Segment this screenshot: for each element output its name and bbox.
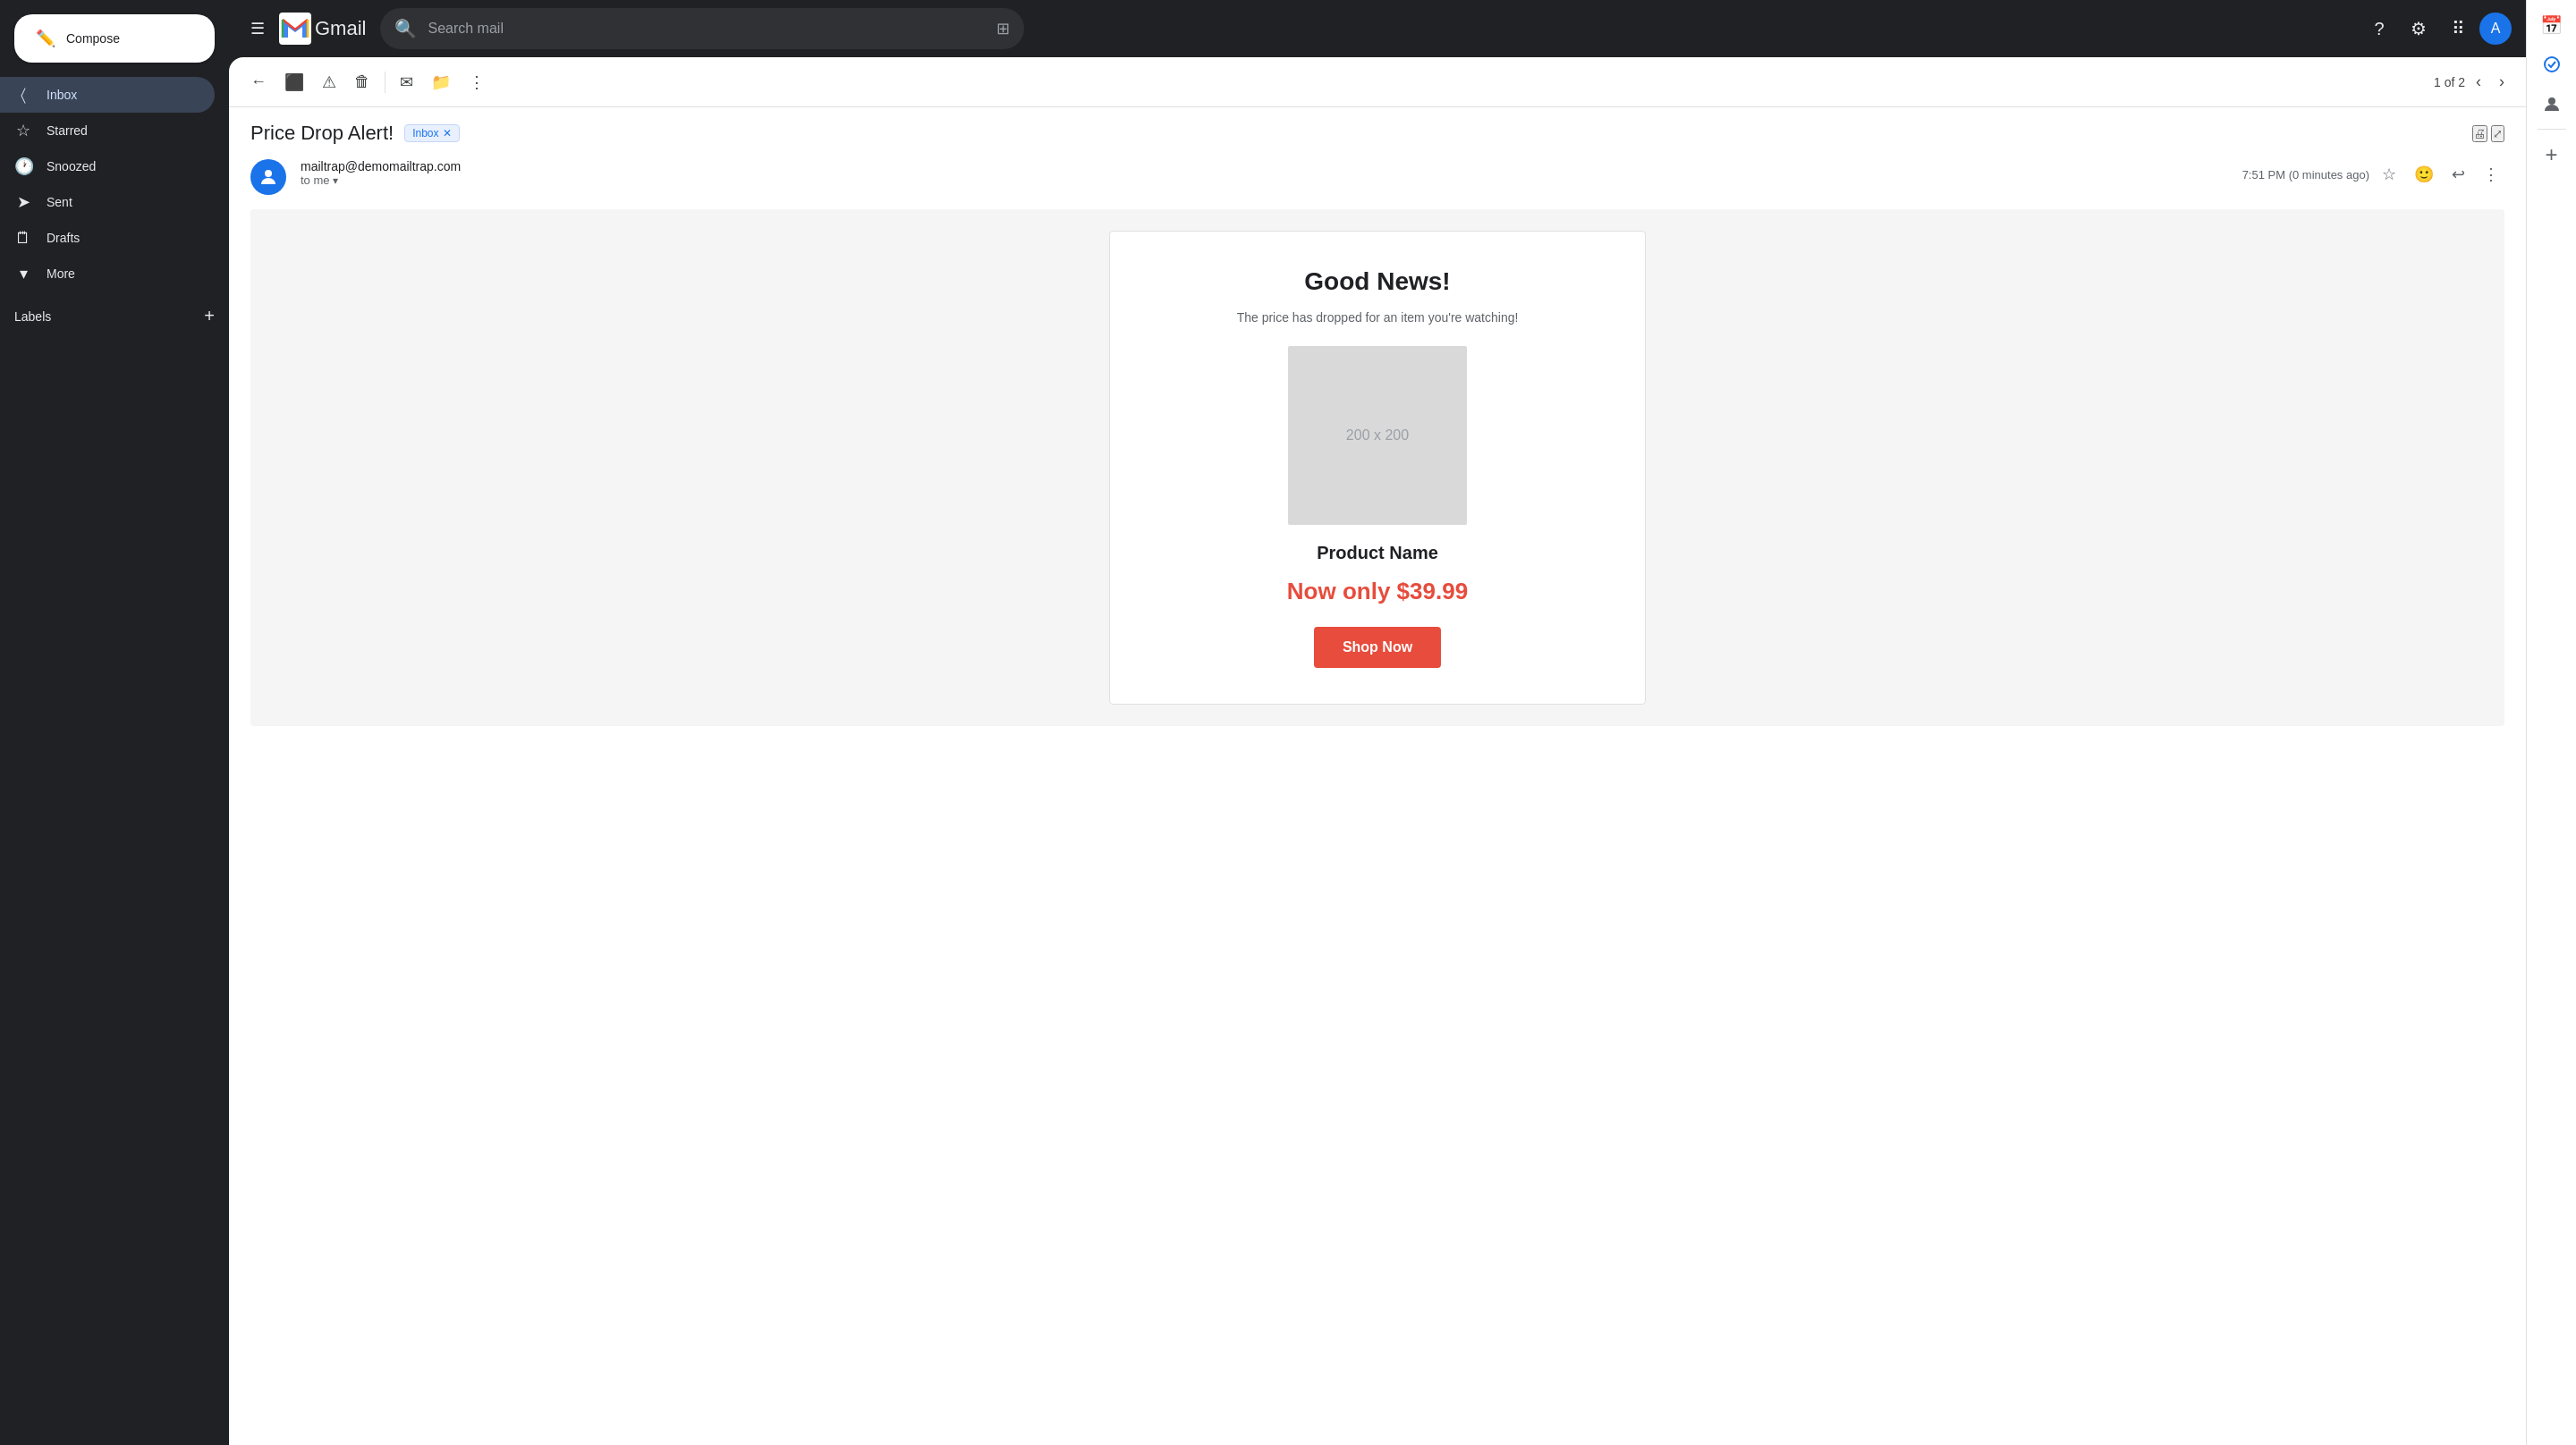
drafts-icon: 🗒	[14, 229, 32, 248]
snooze-icon: 🕐	[14, 156, 32, 176]
email-card: Good News! The price has dropped for an …	[1109, 231, 1646, 705]
report-spam-button[interactable]: ⚠	[315, 65, 343, 99]
email-title-row: Price Drop Alert! Inbox ✕ 🖨 ⤢	[250, 122, 2504, 145]
reply-button[interactable]: ↩	[2446, 159, 2470, 190]
star-icon: ☆	[14, 121, 32, 140]
sender-name: mailtrap@demomailtrap.com	[301, 159, 2228, 173]
toolbar-divider-1	[385, 72, 386, 93]
svg-point-1	[265, 170, 272, 177]
contacts-icon	[2543, 95, 2561, 113]
sidebar-item-starred[interactable]: ☆ Starred	[0, 113, 215, 148]
apps-button[interactable]: ⠿	[2440, 11, 2476, 46]
next-email-button[interactable]: ›	[2492, 65, 2512, 98]
search-bar: 🔍 ⊞	[380, 8, 1024, 49]
sidebar-item-sent[interactable]: ➤ Sent	[0, 184, 215, 220]
star-button[interactable]: ☆	[2377, 159, 2402, 190]
sidebar-label-more: More	[47, 266, 75, 281]
compose-icon: ✏️	[36, 29, 55, 48]
svg-point-2	[2545, 57, 2559, 72]
email-subtitle: The price has dropped for an item you're…	[1139, 310, 1616, 325]
email-body: Good News! The price has dropped for an …	[250, 209, 2504, 726]
print-button[interactable]: 🖨	[2472, 125, 2487, 142]
back-button[interactable]: ←	[243, 65, 274, 98]
gmail-logo: Gmail	[279, 13, 366, 45]
email-pagination: 1 of 2 ‹ ›	[2434, 65, 2512, 98]
right-panel-divider	[2538, 129, 2566, 130]
inbox-badge-label: Inbox	[412, 127, 438, 139]
sender-info: mailtrap@demomailtrap.com to me ▾	[301, 159, 2228, 187]
inbox-icon: 〈	[14, 86, 32, 105]
gmail-m-icon	[279, 13, 311, 45]
product-price: Now only $39.99	[1139, 578, 1616, 605]
emoji-reaction-button[interactable]: 🙂	[2409, 159, 2439, 190]
email-area: ← ⬛ ⚠ 🗑 ✉ 📁 ⋮ 1 of 2 ‹ › Price Drop Aler…	[229, 57, 2526, 1445]
sidebar-label-drafts: Drafts	[47, 231, 80, 245]
sidebar-item-inbox[interactable]: 〈 Inbox	[0, 77, 215, 113]
search-input[interactable]	[428, 21, 986, 37]
right-panel-tasks-button[interactable]	[2534, 46, 2570, 82]
delete-button[interactable]: 🗑	[347, 65, 377, 98]
avatar-button[interactable]: A	[2479, 13, 2512, 45]
right-panel: 📅 +	[2526, 0, 2576, 1445]
image-placeholder-label: 200 x 200	[1346, 427, 1409, 444]
email-header: mailtrap@demomailtrap.com to me ▾ 7:51 P…	[250, 159, 2504, 195]
labels-add-button[interactable]: +	[204, 306, 215, 326]
archive-button[interactable]: ⬛	[277, 65, 311, 99]
send-icon: ➤	[14, 192, 32, 212]
tasks-icon	[2543, 55, 2561, 73]
labels-section: Labels +	[0, 299, 229, 334]
topbar: ☰ Gmail 🔍 ⊞	[229, 0, 2526, 57]
remove-label-button[interactable]: ✕	[443, 127, 452, 139]
more-options-button[interactable]: ⋮	[2478, 159, 2504, 190]
email-headline: Good News!	[1139, 267, 1616, 296]
shop-now-button[interactable]: Shop Now	[1314, 627, 1441, 668]
svg-point-3	[2548, 97, 2555, 105]
main-area: ☰ Gmail 🔍 ⊞	[229, 0, 2526, 1445]
email-meta: 7:51 PM (0 minutes ago) ☆ 🙂 ↩ ⋮	[2242, 159, 2504, 190]
search-options-button[interactable]: ⊞	[996, 19, 1010, 38]
sidebar-item-drafts[interactable]: 🗒 Drafts	[0, 220, 215, 256]
right-panel-calendar-button[interactable]: 📅	[2534, 7, 2570, 43]
person-icon	[258, 166, 279, 188]
open-in-new-button[interactable]: ⤢	[2491, 125, 2504, 142]
inbox-badge: Inbox ✕	[404, 124, 459, 142]
email-subject: Price Drop Alert!	[250, 122, 394, 145]
expand-recipients-button[interactable]: ▾	[333, 174, 338, 187]
search-icon: 🔍	[394, 18, 417, 39]
product-image: 200 x 200	[1288, 346, 1467, 525]
product-name: Product Name	[1139, 543, 1616, 563]
sidebar-label-starred: Starred	[47, 123, 88, 138]
right-panel-add-button[interactable]: +	[2534, 137, 2570, 173]
more-actions-button[interactable]: ⋮	[462, 65, 492, 99]
topbar-right: ? ⚙ ⠿ A	[2361, 11, 2512, 46]
prev-email-button[interactable]: ‹	[2469, 65, 2488, 98]
sidebar: ✏️ Compose 〈 Inbox ☆ Starred 🕐 Snoozed ➤…	[0, 0, 229, 1445]
compose-label: Compose	[66, 31, 120, 46]
email-timestamp: 7:51 PM (0 minutes ago)	[2242, 168, 2369, 182]
sender-avatar	[250, 159, 286, 195]
email-toolbar: ← ⬛ ⚠ 🗑 ✉ 📁 ⋮ 1 of 2 ‹ ›	[229, 57, 2526, 107]
right-panel-contacts-button[interactable]	[2534, 86, 2570, 122]
help-button[interactable]: ?	[2361, 11, 2397, 46]
mark-unread-button[interactable]: ✉	[393, 65, 420, 99]
email-content: Price Drop Alert! Inbox ✕ 🖨 ⤢	[229, 107, 2526, 1445]
move-to-button[interactable]: 📁	[424, 65, 458, 99]
sidebar-item-more[interactable]: ▾ More	[0, 256, 215, 292]
sidebar-label-snoozed: Snoozed	[47, 159, 96, 173]
labels-title: Labels	[14, 309, 51, 324]
hamburger-button[interactable]: ☰	[243, 12, 272, 46]
compose-button[interactable]: ✏️ Compose	[14, 14, 215, 63]
sidebar-label-inbox: Inbox	[47, 88, 77, 102]
more-icon: ▾	[14, 264, 32, 283]
sender-to[interactable]: to me ▾	[301, 173, 2228, 187]
settings-button[interactable]: ⚙	[2401, 11, 2436, 46]
gmail-text: Gmail	[315, 17, 366, 40]
sidebar-item-snoozed[interactable]: 🕐 Snoozed	[0, 148, 215, 184]
pagination-count: 1 of 2	[2434, 75, 2465, 89]
sidebar-label-sent: Sent	[47, 195, 72, 209]
